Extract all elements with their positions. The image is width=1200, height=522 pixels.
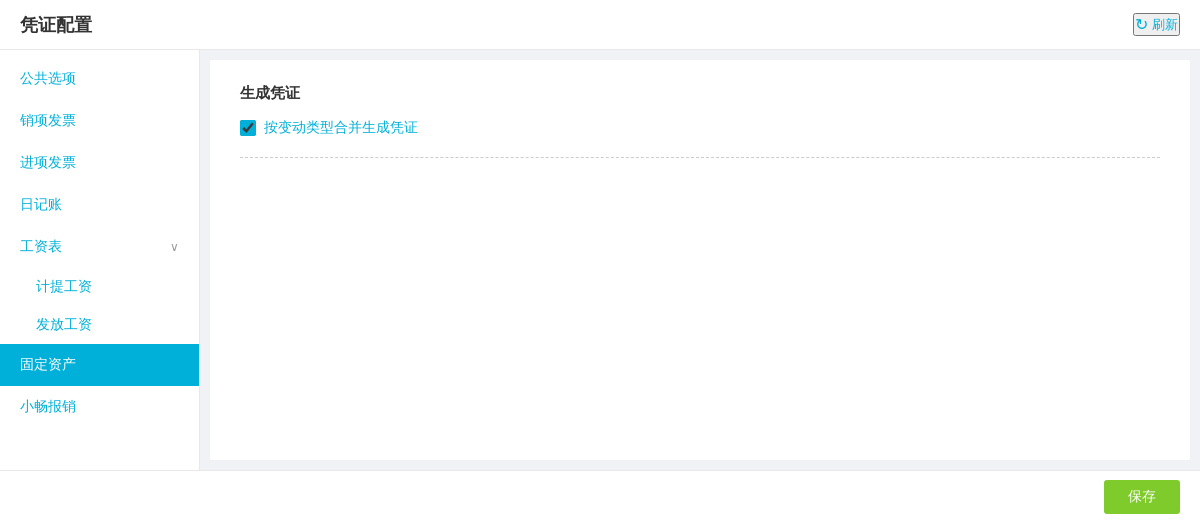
sidebar-item-sales-invoice[interactable]: 销项发票 <box>0 100 199 142</box>
sidebar-item-label: 日记账 <box>20 196 62 214</box>
save-button[interactable]: 保存 <box>1104 480 1180 514</box>
refresh-label: 刷新 <box>1152 16 1178 34</box>
page-wrapper: 凭证配置 ↻ 刷新 公共选项销项发票进项发票日记账工资表 ∨ 计提工资发放工资固定资… <box>0 0 1200 522</box>
merge-checkbox[interactable] <box>240 120 256 136</box>
sidebar: 公共选项销项发票进项发票日记账工资表 ∨ 计提工资发放工资固定资产小畅报销 <box>0 50 200 470</box>
footer: 保存 <box>0 470 1200 522</box>
sidebar-item-label: 小畅报销 <box>20 398 76 416</box>
page-title: 凭证配置 <box>20 13 92 37</box>
sidebar-item-purchase-invoice[interactable]: 进项发票 <box>0 142 199 184</box>
checkbox-row: 按变动类型合并生成凭证 <box>240 119 1160 137</box>
sidebar-item-label: 计提工资 <box>36 278 92 294</box>
merge-checkbox-label[interactable]: 按变动类型合并生成凭证 <box>264 119 418 137</box>
main-content: 生成凭证 按变动类型合并生成凭证 <box>210 60 1190 460</box>
body: 公共选项销项发票进项发票日记账工资表 ∨ 计提工资发放工资固定资产小畅报销 生成凭证… <box>0 50 1200 470</box>
sidebar-item-label: 固定资产 <box>20 356 76 374</box>
chevron-down-icon: ∨ <box>170 240 179 254</box>
refresh-button[interactable]: ↻ 刷新 <box>1133 13 1180 36</box>
header: 凭证配置 ↻ 刷新 <box>0 0 1200 50</box>
sidebar-item-label: 销项发票 <box>20 112 76 130</box>
section-divider <box>240 157 1160 158</box>
refresh-icon: ↻ <box>1135 15 1148 34</box>
sidebar-item-label: 发放工资 <box>36 316 92 332</box>
sidebar-item-label: 工资表 <box>20 238 62 256</box>
section-title: 生成凭证 <box>240 84 1160 103</box>
sidebar-item-pay-salary[interactable]: 发放工资 <box>0 306 199 344</box>
sidebar-item-label: 进项发票 <box>20 154 76 172</box>
sidebar-item-commission-salary[interactable]: 计提工资 <box>0 268 199 306</box>
sidebar-item-payroll-table[interactable]: 工资表 ∨ <box>0 226 199 268</box>
sidebar-item-label: 公共选项 <box>20 70 76 88</box>
sidebar-item-public-options[interactable]: 公共选项 <box>0 58 199 100</box>
sidebar-item-expense-claim[interactable]: 小畅报销 <box>0 386 199 428</box>
sidebar-item-journal[interactable]: 日记账 <box>0 184 199 226</box>
sidebar-item-fixed-assets[interactable]: 固定资产 <box>0 344 199 386</box>
